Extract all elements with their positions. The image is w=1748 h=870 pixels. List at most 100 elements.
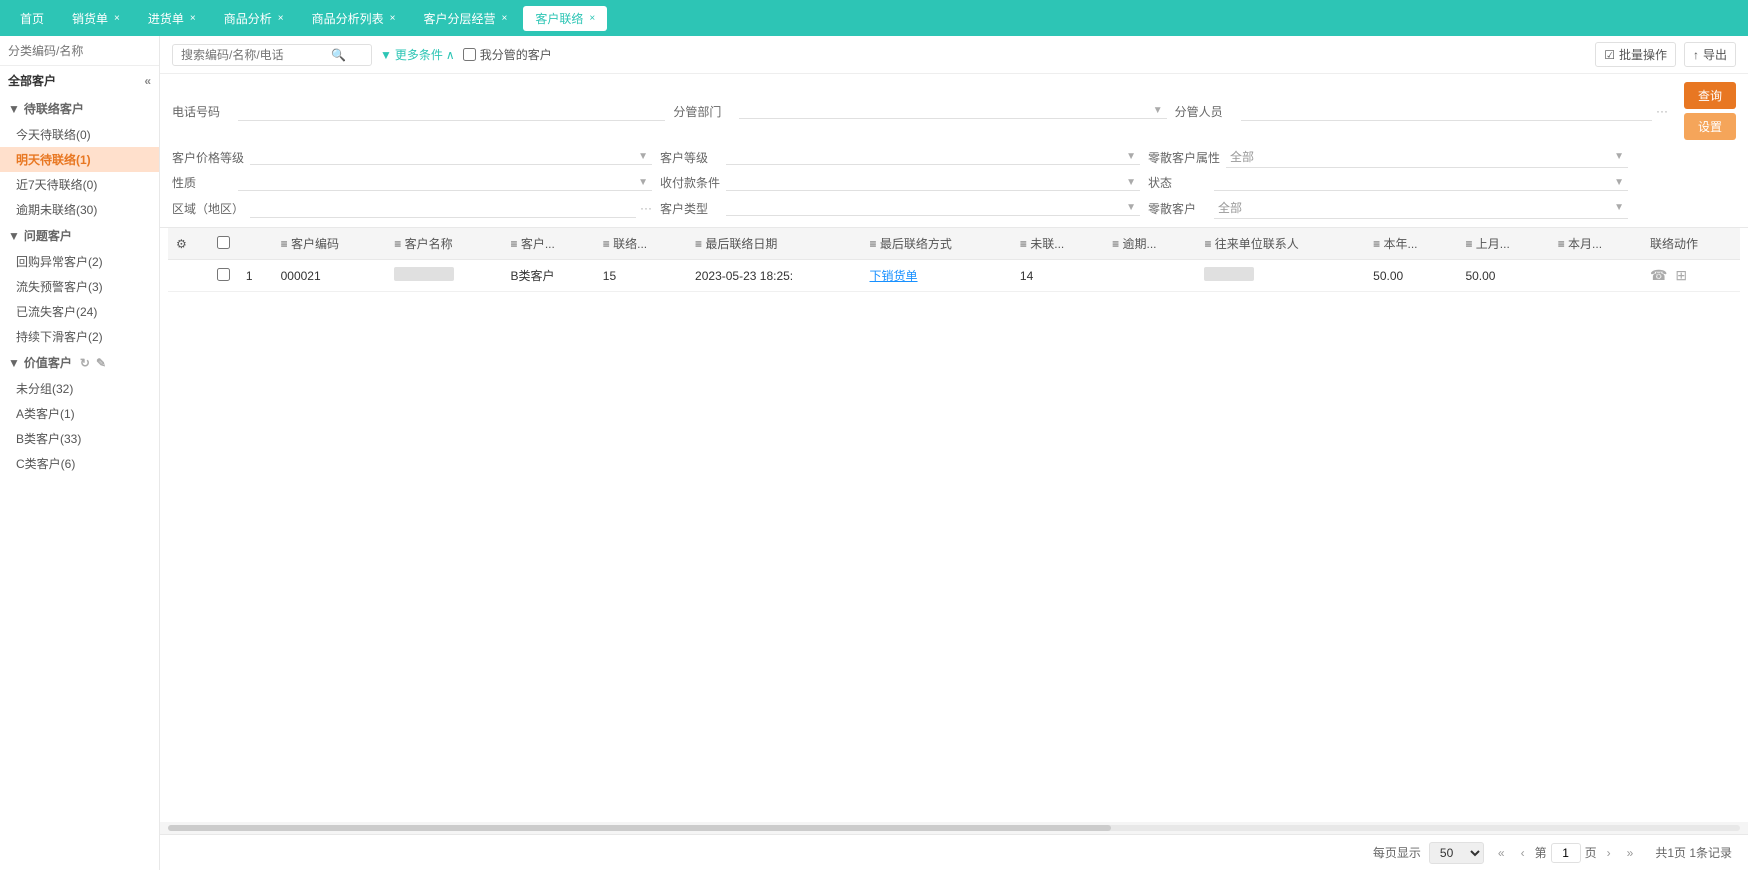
retail-attr-arrow: ▼ xyxy=(1614,151,1624,162)
price-level-select[interactable]: ▼ xyxy=(250,149,652,165)
action-phone-icon[interactable]: ☎ xyxy=(1650,267,1667,284)
filter-search-input[interactable] xyxy=(181,48,331,62)
status-select[interactable]: ▼ xyxy=(1214,175,1628,191)
sidebar-item-churn-warning[interactable]: 流失预警客户(3) xyxy=(0,274,159,299)
nav-product-analysis-list-close[interactable]: × xyxy=(390,13,396,24)
first-page-btn[interactable]: « xyxy=(1492,844,1511,862)
prev-page-btn[interactable]: ‹ xyxy=(1515,844,1531,862)
area-input[interactable] xyxy=(250,199,636,218)
filter-bar: 🔍 ▼ 更多条件 ∧ 我分管的客户 ☑ 批量操作 ↑ 导出 xyxy=(160,36,1748,74)
sidebar-item-class-b[interactable]: B类客户(33) xyxy=(0,426,159,451)
customer-type-select[interactable]: ▼ xyxy=(726,200,1140,216)
gear-settings-icon[interactable]: ⚙ xyxy=(176,237,187,251)
sidebar-item-unclassified-label: 未分组(32) xyxy=(16,382,73,396)
row-unit-contact-cell xyxy=(1196,260,1365,292)
customer-type-label: 客户类型 xyxy=(660,200,720,217)
col-name-label: ≡ 客户名称 xyxy=(394,237,452,251)
pending-triangle-icon: ▼ xyxy=(8,102,20,116)
col-contacts-label: ≡ 联络... xyxy=(603,237,647,251)
page-size-label: 每页显示 xyxy=(1373,844,1421,861)
nav-customer-contact[interactable]: 客户联络 × xyxy=(523,6,607,31)
action-grid-icon[interactable]: ⊞ xyxy=(1675,267,1687,284)
sidebar-item-class-b-label: B类客户(33) xyxy=(16,432,81,446)
person-field: 分管人员 ··· xyxy=(1175,102,1668,121)
sidebar-search-input[interactable] xyxy=(8,44,160,58)
payment-arrow: ▼ xyxy=(1126,177,1136,188)
row-checkbox-cell xyxy=(209,260,238,292)
person-input[interactable] xyxy=(1241,102,1652,121)
batch-op-btn[interactable]: ☑ 批量操作 xyxy=(1595,42,1676,67)
dept-select[interactable]: ▼ xyxy=(739,103,1166,119)
person-dots[interactable]: ··· xyxy=(1656,104,1668,118)
nav-home[interactable]: 首页 xyxy=(8,6,56,31)
page-navigation: « ‹ 第 页 › » xyxy=(1492,843,1639,863)
page-size-select[interactable]: 50 100 xyxy=(1429,842,1484,864)
col-code: ≡ 客户编码 xyxy=(273,228,387,260)
next-page-btn[interactable]: › xyxy=(1601,844,1617,862)
export-btn[interactable]: ↑ 导出 xyxy=(1684,42,1736,67)
sidebar-item-repurchase-abnormal[interactable]: 回购异常客户(2) xyxy=(0,249,159,274)
area-dots[interactable]: ··· xyxy=(640,201,652,215)
sidebar-item-churned[interactable]: 已流失客户(24) xyxy=(0,299,159,324)
nav-customer-layering[interactable]: 客户分层经营 × xyxy=(411,6,519,31)
retail-attr-select[interactable]: 全部 ▼ xyxy=(1226,146,1628,168)
sidebar-item-7days-pending-label: 近7天待联络(0) xyxy=(16,178,97,192)
nav-purchase-order[interactable]: 进货单 × xyxy=(136,6,208,31)
nature-select[interactable]: ▼ xyxy=(238,175,652,191)
sidebar-item-7days-pending[interactable]: 近7天待联络(0) xyxy=(0,172,159,197)
phone-input[interactable] xyxy=(238,102,665,121)
sidebar-collapse-icon[interactable]: « xyxy=(144,74,151,88)
col-type-label: ≡ 客户... xyxy=(511,237,555,251)
phone-label: 电话号码 xyxy=(172,103,232,120)
pending-group-label: 待联络客户 xyxy=(24,100,84,117)
sidebar-item-class-a[interactable]: A类客户(1) xyxy=(0,401,159,426)
value-group-edit-icon[interactable]: ✎ xyxy=(96,356,106,370)
nav-customer-layering-close[interactable]: × xyxy=(501,13,507,24)
more-conditions-arrow: ∧ xyxy=(446,48,455,62)
retail-customer-select[interactable]: 全部 ▼ xyxy=(1214,197,1628,219)
query-btn[interactable]: 查询 xyxy=(1684,82,1736,109)
col-this-year: ≡ 本年... xyxy=(1365,228,1457,260)
customer-level-label: 客户等级 xyxy=(660,149,720,166)
scroll-thumb[interactable] xyxy=(168,825,1111,831)
row-not-contacted-cell: 14 xyxy=(1012,260,1104,292)
filter-search-icon[interactable]: 🔍 xyxy=(331,48,346,62)
nav-product-analysis-list[interactable]: 商品分析列表 × xyxy=(300,6,408,31)
more-conditions-btn[interactable]: ▼ 更多条件 ∧ xyxy=(380,46,455,63)
nav-purchase-order-label: 进货单 xyxy=(148,10,184,27)
nav-product-analysis-close[interactable]: × xyxy=(278,13,284,24)
nav-product-analysis[interactable]: 商品分析 × xyxy=(212,6,296,31)
nav-purchase-order-close[interactable]: × xyxy=(190,13,196,24)
payment-select[interactable]: ▼ xyxy=(726,175,1140,191)
sidebar-item-declining[interactable]: 持续下滑客户(2) xyxy=(0,324,159,349)
table-row: 1 000021 B类客户 15 2023-05-23 18:25: 下销货单 … xyxy=(168,260,1740,292)
settings-btn[interactable]: 设置 xyxy=(1684,113,1736,140)
more-conditions-label: 更多条件 xyxy=(395,46,443,63)
sidebar-item-class-c[interactable]: C类客户(6) xyxy=(0,451,159,476)
select-all-checkbox[interactable] xyxy=(217,236,230,249)
sidebar-value-group: ▼ 价值客户 ↻ ✎ xyxy=(0,349,159,376)
customer-level-select[interactable]: ▼ xyxy=(726,149,1140,165)
page-label: 第 xyxy=(1535,844,1547,861)
value-group-refresh-icon[interactable]: ↻ xyxy=(80,356,90,370)
last-page-btn[interactable]: » xyxy=(1621,844,1640,862)
sidebar: 🔍 全部客户 « ▼ 待联络客户 今天待联络(0) 明天待联络(1) 近7天待联… xyxy=(0,36,160,870)
sidebar-item-tomorrow-pending[interactable]: 明天待联络(1) xyxy=(0,147,159,172)
sidebar-all-customers[interactable]: 全部客户 « xyxy=(0,66,159,95)
horizontal-scrollbar[interactable] xyxy=(160,822,1748,834)
nav-customer-contact-close[interactable]: × xyxy=(589,13,595,24)
nav-sales-order-close[interactable]: × xyxy=(114,13,120,24)
row-last-method-link[interactable]: 下销货单 xyxy=(870,269,918,283)
payment-label: 收付款条件 xyxy=(660,174,720,191)
row-checkbox[interactable] xyxy=(217,268,230,281)
sidebar-item-today-pending[interactable]: 今天待联络(0) xyxy=(0,122,159,147)
row-type-cell: B类客户 xyxy=(503,260,595,292)
filter-row-1: 电话号码 分管部门 ▼ 分管人员 ··· 查询 设置 xyxy=(172,82,1736,140)
row-name-cell xyxy=(386,260,502,292)
nav-sales-order[interactable]: 销货单 × xyxy=(60,6,132,31)
sidebar-item-overdue-contact[interactable]: 逾期未联络(30) xyxy=(0,197,159,222)
my-customers-check[interactable] xyxy=(463,48,476,61)
current-page-input[interactable] xyxy=(1551,843,1581,863)
nav-home-label: 首页 xyxy=(20,10,44,27)
sidebar-item-unclassified[interactable]: 未分组(32) xyxy=(0,376,159,401)
